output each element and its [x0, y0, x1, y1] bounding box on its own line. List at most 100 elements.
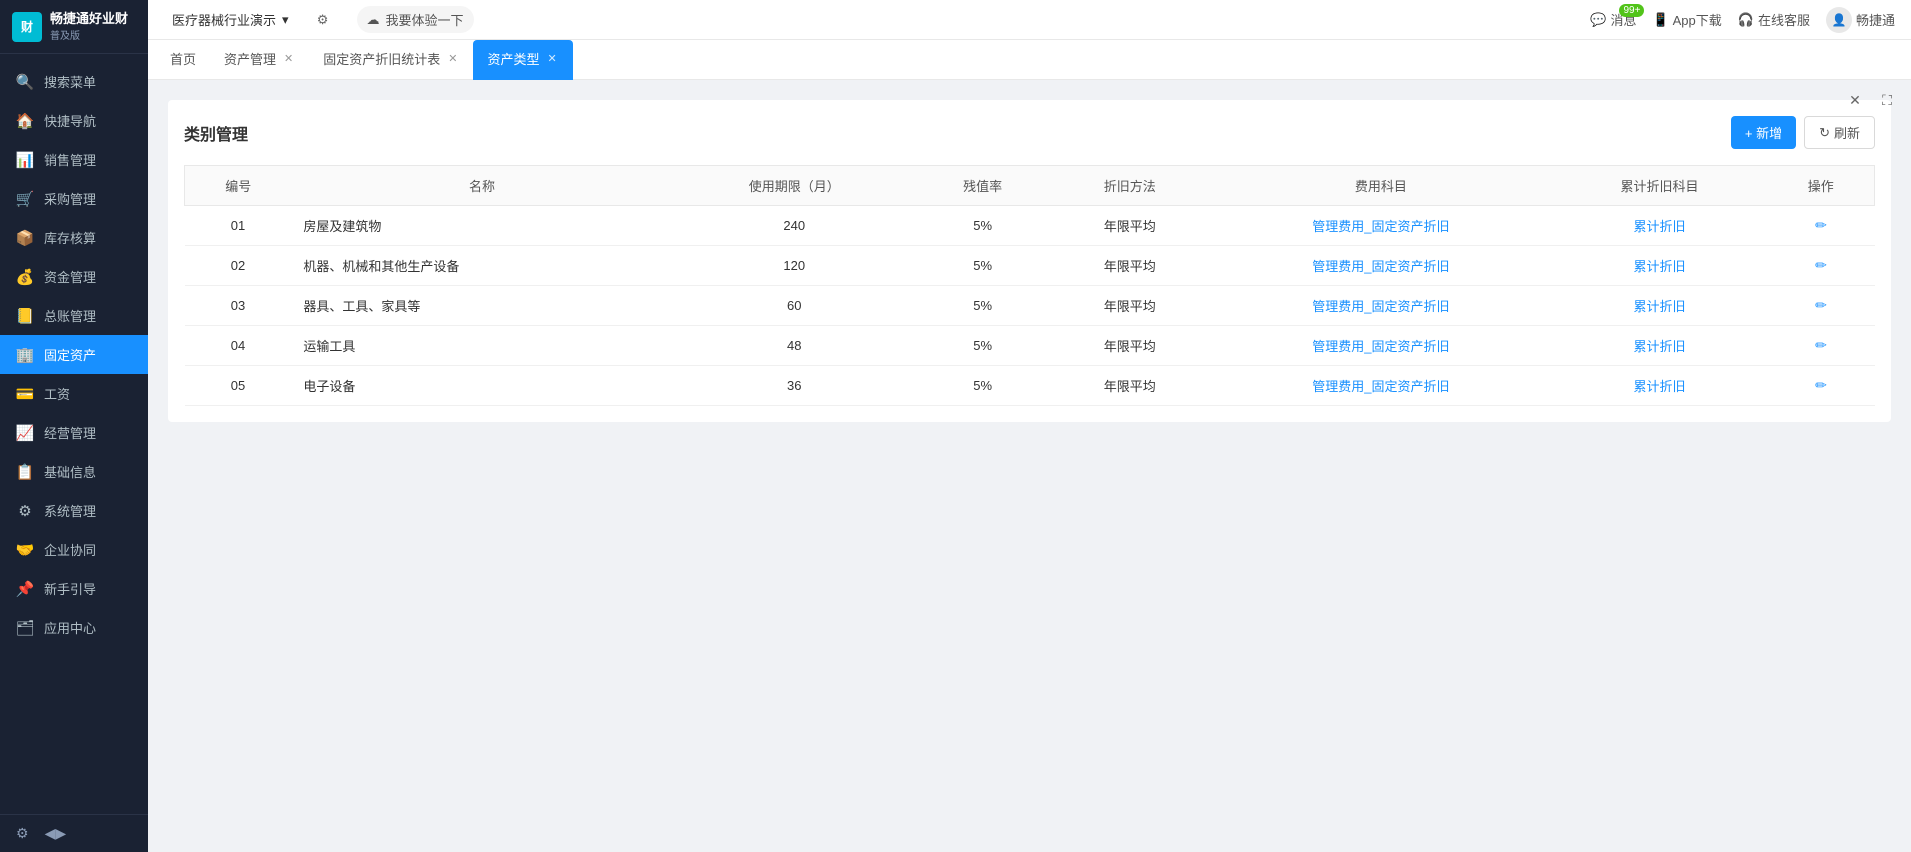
sidebar-item-basic-info[interactable]: 📋 基础信息 — [0, 452, 148, 491]
row-action: ✏ — [1768, 366, 1875, 406]
collapse-icon[interactable]: ◀▶ — [45, 825, 67, 842]
row-period: 48 — [672, 326, 915, 366]
tab-label-home: 首页 — [170, 49, 196, 68]
edit-icon[interactable]: ✏ — [1815, 297, 1827, 313]
sidebar-label-basic-info: 基础信息 — [44, 462, 96, 481]
sidebar-item-ledger[interactable]: 📒 总账管理 — [0, 296, 148, 335]
tab-close-fixed-asset-depreciation[interactable]: ✕ — [446, 50, 459, 67]
logo-icon: 财 — [12, 12, 42, 42]
panel-actions: + 新增 ↻ 刷新 — [1731, 116, 1875, 149]
refresh-icon: ↻ — [1819, 125, 1830, 141]
sidebar-icon-system: ⚙ — [16, 502, 34, 520]
row-name: 机器、机械和其他生产设备 — [291, 246, 672, 286]
close-window-button[interactable]: ✕ — [1843, 88, 1867, 112]
sidebar-icon-ledger: 📒 — [16, 307, 34, 325]
logo-text: 畅捷通好业财 普及版 — [50, 11, 128, 43]
avatar: 👤 — [1826, 7, 1852, 33]
row-id: 03 — [185, 286, 292, 326]
sidebar-item-system[interactable]: ⚙ 系统管理 — [0, 491, 148, 530]
sidebar: 财 畅捷通好业财 普及版 🔍 搜索菜单 🏠 快捷导航 📊 销售管理 🛒 采购管理… — [0, 0, 148, 852]
tab-close-asset-type[interactable]: ✕ — [546, 50, 559, 67]
sidebar-item-cooperation[interactable]: 🤝 企业协同 — [0, 530, 148, 569]
message-icon: 💬 — [1590, 12, 1606, 28]
topbar-settings-button[interactable]: ⚙ — [309, 6, 337, 34]
row-action: ✏ — [1768, 206, 1875, 246]
refresh-button[interactable]: ↻ 刷新 — [1804, 116, 1875, 149]
edit-icon[interactable]: ✏ — [1815, 377, 1827, 393]
expand-window-button[interactable]: ⛶ — [1875, 88, 1899, 112]
sidebar-item-sales[interactable]: 📊 销售管理 — [0, 140, 148, 179]
settings-icon[interactable]: ⚙ — [16, 825, 29, 842]
row-accumulated-subject: 累计折旧 — [1552, 286, 1768, 326]
sidebar-icon-basic-info: 📋 — [16, 463, 34, 481]
table-body: 01 房屋及建筑物 240 5% 年限平均 管理费用_固定资产折旧 累计折旧 ✏… — [185, 206, 1875, 406]
tab-asset-type[interactable]: 资产类型 ✕ — [473, 40, 572, 80]
new-button[interactable]: + 新增 — [1731, 116, 1796, 149]
messages-badge: 99+ — [1619, 4, 1644, 17]
headset-icon: 🎧 — [1738, 12, 1754, 28]
experience-button[interactable]: ☁ 我要体验一下 — [357, 6, 474, 33]
sidebar-item-app-center[interactable]: 🗂 应用中心 — [0, 608, 148, 647]
sidebar-nav: 🔍 搜索菜单 🏠 快捷导航 📊 销售管理 🛒 采购管理 📦 库存核算 💰 资金管… — [0, 54, 148, 814]
phone-icon: 📱 — [1652, 12, 1668, 28]
sidebar-icon-search: 🔍 — [16, 73, 34, 91]
sidebar-icon-inventory: 📦 — [16, 229, 34, 247]
row-action: ✏ — [1768, 326, 1875, 366]
row-id: 05 — [185, 366, 292, 406]
sidebar-label-salary: 工资 — [44, 384, 70, 403]
app-download-button[interactable]: 📱 App下载 — [1652, 10, 1721, 29]
sidebar-item-capital[interactable]: 💰 资金管理 — [0, 257, 148, 296]
edit-icon[interactable]: ✏ — [1815, 257, 1827, 273]
sidebar-item-operations[interactable]: 📈 经营管理 — [0, 413, 148, 452]
tabs-bar: 首页资产管理✕固定资产折旧统计表✕ 资产类型 ✕ — [148, 40, 1911, 80]
window-controls: ✕ ⛶ — [1843, 88, 1899, 112]
messages-button[interactable]: 💬 消息 99+ — [1590, 10, 1636, 29]
sidebar-item-inventory[interactable]: 📦 库存核算 — [0, 218, 148, 257]
row-expense-subject: 管理费用_固定资产折旧 — [1210, 366, 1551, 406]
edit-icon[interactable]: ✏ — [1815, 337, 1827, 353]
row-expense-subject: 管理费用_固定资产折旧 — [1210, 326, 1551, 366]
sidebar-label-search: 搜索菜单 — [44, 72, 96, 91]
row-depreciation-method: 年限平均 — [1049, 366, 1210, 406]
sidebar-item-quick-nav[interactable]: 🏠 快捷导航 — [0, 101, 148, 140]
sidebar-icon-app-center: 🗂 — [16, 619, 34, 637]
sidebar-item-salary[interactable]: 💳 工资 — [0, 374, 148, 413]
sidebar-icon-capital: 💰 — [16, 268, 34, 286]
panel-header: 类别管理 + 新增 ↻ 刷新 — [184, 116, 1875, 149]
sidebar-item-purchase[interactable]: 🛒 采购管理 — [0, 179, 148, 218]
row-depreciation-method: 年限平均 — [1049, 326, 1210, 366]
row-action: ✏ — [1768, 286, 1875, 326]
tab-close-asset-mgmt[interactable]: ✕ — [282, 50, 295, 67]
app-logo: 财 畅捷通好业财 普及版 — [0, 0, 148, 54]
category-table: 编号名称使用期限（月）残值率折旧方法费用科目累计折旧科目操作 01 房屋及建筑物… — [184, 165, 1875, 406]
sidebar-label-app-center: 应用中心 — [44, 618, 96, 637]
col-header: 费用科目 — [1210, 166, 1551, 206]
table-header: 编号名称使用期限（月）残值率折旧方法费用科目累计折旧科目操作 — [185, 166, 1875, 206]
sidebar-label-purchase: 采购管理 — [44, 189, 96, 208]
col-header: 名称 — [291, 166, 672, 206]
tab-fixed-asset-depreciation[interactable]: 固定资产折旧统计表✕ — [309, 40, 473, 80]
sidebar-item-search[interactable]: 🔍 搜索菜单 — [0, 62, 148, 101]
sidebar-icon-quick-nav: 🏠 — [16, 112, 34, 130]
row-accumulated-subject: 累计折旧 — [1552, 366, 1768, 406]
user-profile[interactable]: 👤 畅捷通 — [1826, 7, 1895, 33]
company-selector[interactable]: 医疗器械行业演示 ▾ — [164, 6, 297, 33]
edit-icon[interactable]: ✏ — [1815, 217, 1827, 233]
sidebar-label-operations: 经营管理 — [44, 423, 96, 442]
row-name: 器具、工具、家具等 — [291, 286, 672, 326]
main-area: 医疗器械行业演示 ▾ ⚙ ☁ 我要体验一下 💬 消息 99+ 📱 App下载 🎧… — [148, 0, 1911, 852]
sidebar-label-sales: 销售管理 — [44, 150, 96, 169]
tab-home[interactable]: 首页 — [156, 40, 210, 80]
sidebar-item-fixed-assets[interactable]: 🏢 固定资产 — [0, 335, 148, 374]
customer-service-button[interactable]: 🎧 在线客服 — [1738, 10, 1810, 29]
sidebar-item-guide[interactable]: 📌 新手引导 — [0, 569, 148, 608]
row-residual-rate: 5% — [916, 246, 1049, 286]
sidebar-icon-sales: 📊 — [16, 151, 34, 169]
tab-label-asset-type: 资产类型 — [487, 49, 539, 68]
col-header: 折旧方法 — [1049, 166, 1210, 206]
row-depreciation-method: 年限平均 — [1049, 286, 1210, 326]
dropdown-icon: ▾ — [282, 12, 289, 28]
sidebar-icon-cooperation: 🤝 — [16, 541, 34, 559]
tab-asset-mgmt[interactable]: 资产管理✕ — [210, 40, 309, 80]
col-header: 操作 — [1768, 166, 1875, 206]
